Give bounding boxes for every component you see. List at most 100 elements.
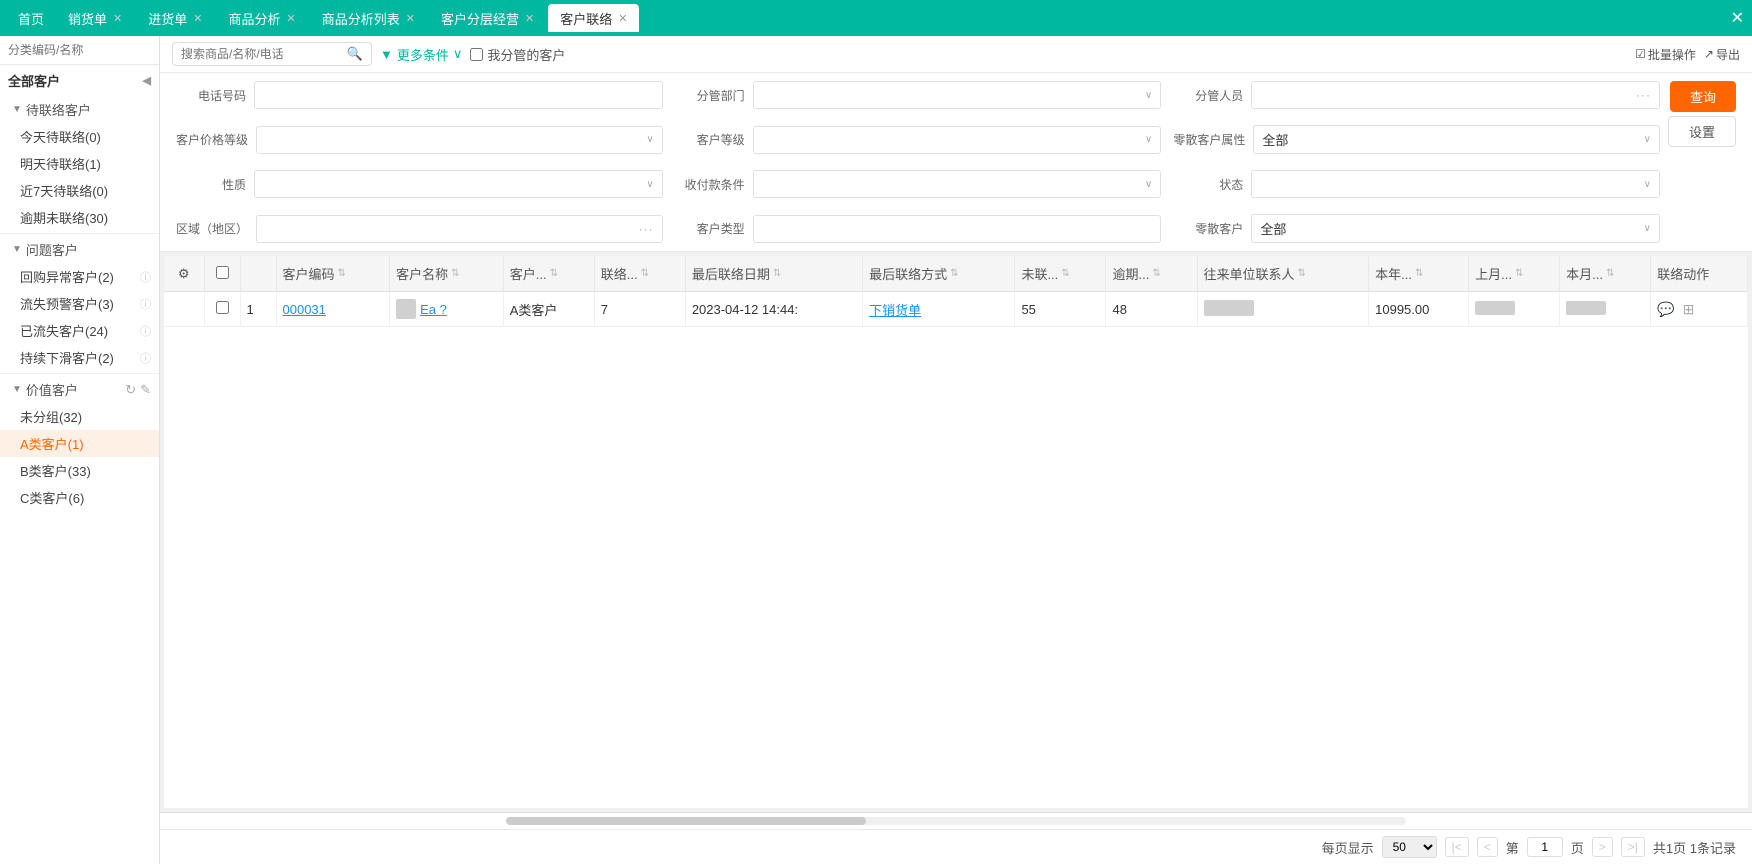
sidebar-group-pending[interactable]: ▼ 待联络客户	[0, 96, 159, 123]
filter-status-select[interactable]: ∨	[1251, 170, 1660, 198]
sidebar-all-customers[interactable]: 全部客户 ◀	[0, 65, 159, 96]
sidebar-item-today[interactable]: 今天待联络(0)	[0, 123, 159, 150]
filter-scatter-attr-select[interactable]: 全部 ∨	[1253, 125, 1660, 154]
export-button[interactable]: ↗ 导出	[1704, 46, 1740, 63]
th-overdue[interactable]: 逾期... ⇅	[1106, 256, 1197, 292]
close-icon[interactable]: ✕	[287, 12, 296, 25]
my-customers-checkbox[interactable]: 我分管的客户	[470, 45, 565, 64]
th-this-year[interactable]: 本年... ⇅	[1369, 256, 1469, 292]
sidebar-item-ungrouped[interactable]: 未分组(32)	[0, 403, 159, 430]
sidebar-group-value[interactable]: ▼ 价值客户 ↻ ✎	[0, 376, 159, 403]
th-contact[interactable]: 联络... ⇅	[594, 256, 685, 292]
filter-payment-select[interactable]: ∨	[753, 170, 1162, 198]
sidebar-item-repurchase-abnormal[interactable]: 回购异常客户(2) ⓘ	[0, 263, 159, 290]
filter-scatter-select[interactable]: 全部 ∨	[1251, 214, 1660, 243]
td-name[interactable]: Ea ?	[390, 292, 504, 327]
td-this-year: 10995.00	[1369, 292, 1469, 327]
nav-home[interactable]: 首页	[8, 9, 54, 28]
sidebar-item-tomorrow[interactable]: 明天待联络(1)	[0, 150, 159, 177]
sidebar-item-class-a[interactable]: A类客户(1)	[0, 430, 159, 457]
filter-region-input[interactable]: ···	[256, 215, 663, 243]
customer-code-link[interactable]: 000031	[283, 302, 326, 317]
filter-payment: 收付款条件 ∨	[675, 170, 1162, 198]
sidebar-item-declining[interactable]: 持续下滑客户(2) ⓘ	[0, 344, 159, 371]
td-checkbox[interactable]	[204, 292, 240, 327]
filter-region: 区域（地区） ···	[176, 215, 663, 243]
scrollbar-thumb[interactable]	[506, 817, 866, 825]
td-index: 1	[240, 292, 276, 327]
sidebar-item-week[interactable]: 近7天待联络(0)	[0, 177, 159, 204]
close-icon[interactable]: ✕	[113, 12, 122, 25]
filter-price-tier-select[interactable]: ∨	[256, 126, 663, 154]
window-close-icon[interactable]: ✕	[1731, 8, 1744, 28]
filter-search-box[interactable]: 🔍	[172, 42, 372, 66]
td-last-method[interactable]: 下销货单	[863, 292, 1015, 327]
info-icon: ⓘ	[140, 296, 151, 312]
page-input[interactable]	[1527, 837, 1563, 857]
close-icon[interactable]: ✕	[618, 12, 627, 25]
sidebar-item-churn-warning[interactable]: 流失预警客户(3) ⓘ	[0, 290, 159, 317]
sidebar-search-input[interactable]	[8, 43, 160, 57]
th-last-month[interactable]: 上月... ⇅	[1469, 256, 1560, 292]
edit-icon[interactable]: ✎	[140, 382, 151, 398]
filter-customer-tier-select[interactable]: ∨	[753, 126, 1162, 154]
th-code[interactable]: 客户编码 ⇅	[276, 256, 390, 292]
first-page-button[interactable]: |<	[1445, 837, 1469, 857]
th-unit-contact[interactable]: 往来单位联系人 ⇅	[1197, 256, 1369, 292]
close-icon[interactable]: ✕	[406, 12, 415, 25]
filter-dept: 分管部门 ∨	[675, 81, 1162, 109]
row-checkbox[interactable]	[216, 301, 229, 314]
per-page-select[interactable]: 50 100 200	[1382, 836, 1437, 858]
th-type[interactable]: 客户... ⇅	[503, 256, 594, 292]
my-customers-check[interactable]	[470, 48, 483, 61]
filter-search-icon[interactable]: 🔍	[347, 46, 363, 62]
filter-more-button[interactable]: ▼ 更多条件 ∨	[380, 45, 462, 64]
filter-manager-input[interactable]: ···	[1251, 81, 1660, 109]
select-all-checkbox[interactable]	[216, 266, 229, 279]
batch-op-button[interactable]: ☑ 批量操作	[1635, 46, 1696, 63]
filter-payment-label: 收付款条件	[675, 176, 745, 193]
refresh-icon[interactable]: ↻	[125, 382, 136, 398]
close-icon[interactable]: ✕	[193, 12, 202, 25]
chat-icon[interactable]: 💬	[1657, 301, 1674, 318]
close-icon[interactable]: ✕	[525, 12, 534, 25]
last-method-link[interactable]: 下销货单	[869, 303, 921, 318]
sidebar-item-class-c[interactable]: C类客户(6)	[0, 484, 159, 511]
filter-dept-select[interactable]: ∨	[753, 81, 1162, 109]
th-checkbox[interactable]	[204, 256, 240, 292]
sidebar-item-overdue[interactable]: 逾期未联络(30)	[0, 204, 159, 231]
td-action[interactable]: 💬 ⊞	[1651, 292, 1748, 327]
th-this-month[interactable]: 本月... ⇅	[1560, 256, 1651, 292]
filter-customer-type-input[interactable]	[753, 215, 1162, 243]
th-uncontacted[interactable]: 未联... ⇅	[1015, 256, 1106, 292]
filter-nature-select[interactable]: ∨	[254, 170, 663, 198]
next-page-button[interactable]: >	[1592, 837, 1613, 857]
filter-phone-input[interactable]	[254, 81, 663, 109]
sidebar-item-class-b[interactable]: B类客户(33)	[0, 457, 159, 484]
nav-tab-purchase[interactable]: 进货单 ✕	[136, 4, 214, 32]
filter-search-input[interactable]	[181, 47, 343, 61]
settings-button[interactable]: 设置	[1668, 116, 1736, 147]
last-page-button[interactable]: >|	[1621, 837, 1645, 857]
filter-price-tier-label: 客户价格等级	[176, 131, 248, 148]
td-code[interactable]: 000031	[276, 292, 390, 327]
nav-tab-analysis[interactable]: 商品分析 ✕	[216, 4, 307, 32]
grid-icon[interactable]: ⊞	[1683, 301, 1695, 318]
nav-tab-analysis-list[interactable]: 商品分析列表 ✕	[310, 4, 427, 32]
sidebar-item-churned[interactable]: 已流失客户(24) ⓘ	[0, 317, 159, 344]
sidebar-group-problem[interactable]: ▼ 问题客户	[0, 236, 159, 263]
th-last-method[interactable]: 最后联络方式 ⇅	[863, 256, 1015, 292]
th-settings[interactable]: ⚙	[164, 256, 204, 292]
sort-icon: ⇅	[1152, 268, 1160, 279]
horizontal-scrollbar[interactable]	[506, 817, 1406, 825]
prev-page-button[interactable]: <	[1477, 837, 1498, 857]
th-action: 联络动作	[1651, 256, 1748, 292]
page-label: 第	[1506, 838, 1519, 857]
query-button[interactable]: 查询	[1670, 81, 1736, 112]
nav-tab-customer-contact[interactable]: 客户联络 ✕	[548, 4, 639, 32]
customer-name-link[interactable]: Ea ?	[420, 302, 447, 317]
nav-tab-sales[interactable]: 销货单 ✕	[56, 4, 134, 32]
th-name[interactable]: 客户名称 ⇅	[390, 256, 504, 292]
th-last-date[interactable]: 最后联络日期 ⇅	[685, 256, 862, 292]
nav-tab-customer-tier[interactable]: 客户分层经营 ✕	[429, 4, 546, 32]
